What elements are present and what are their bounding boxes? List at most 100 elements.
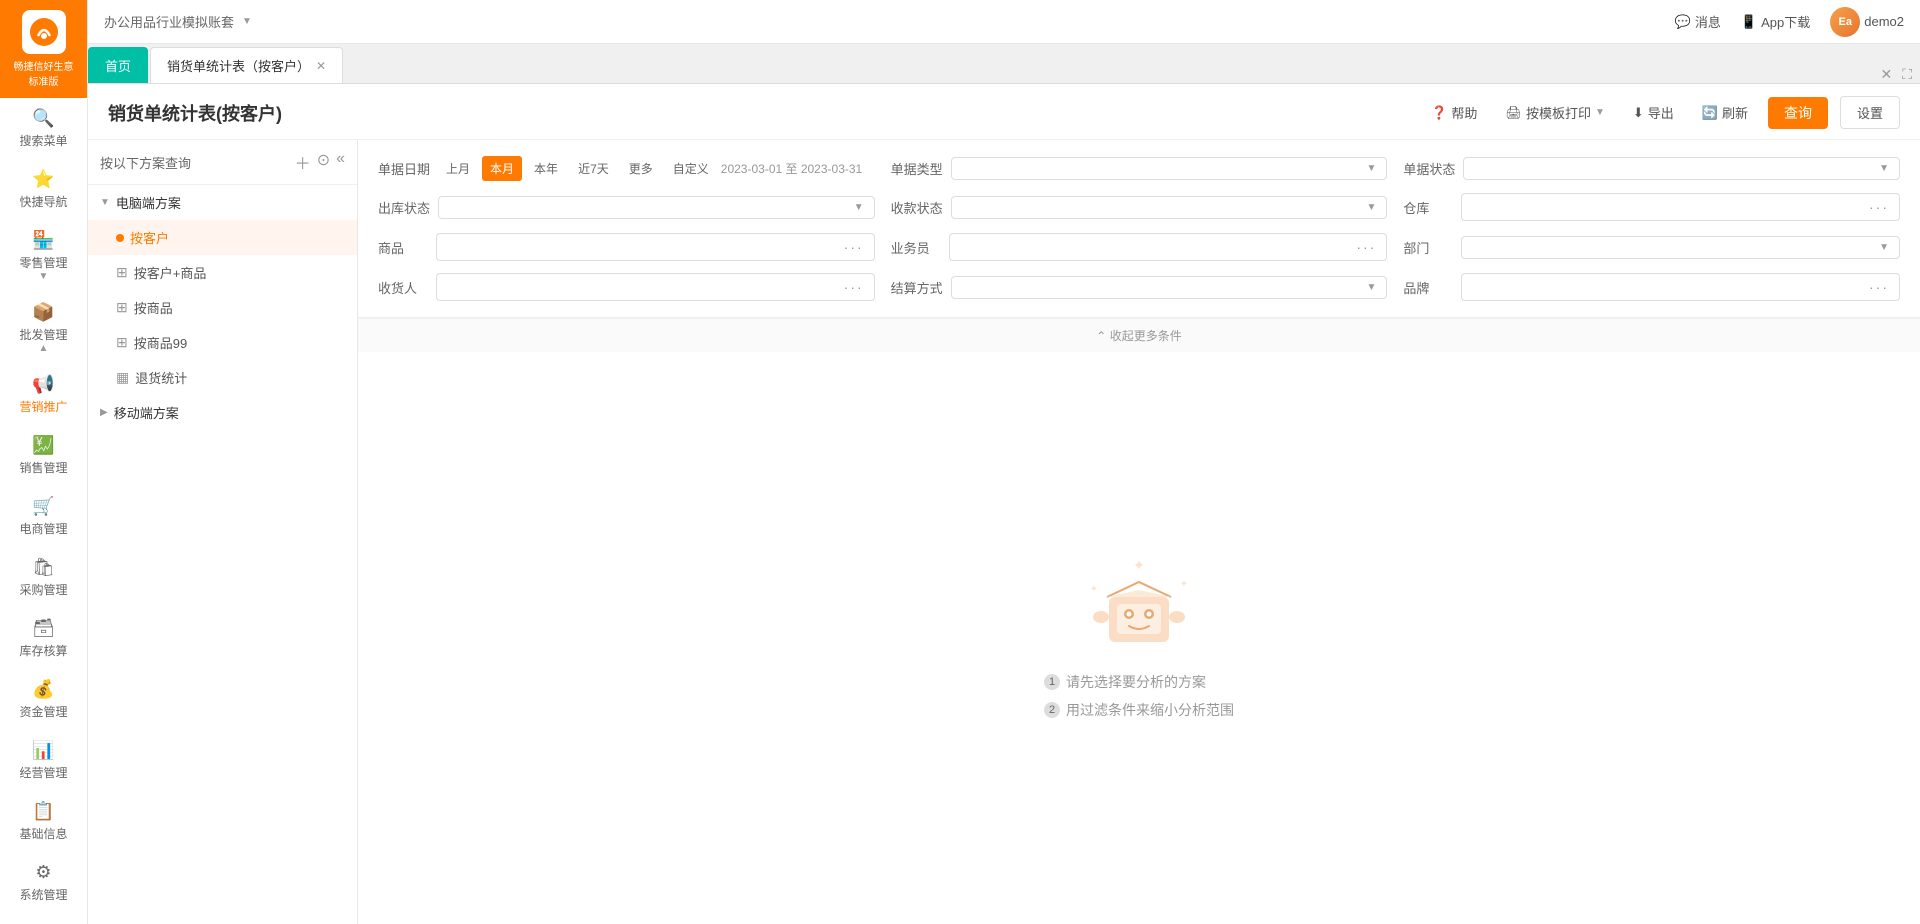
scheme-desktop-header[interactable]: ▼ 电脑端方案: [88, 185, 357, 220]
left-panel-title: 按以下方案查询: [100, 153, 191, 172]
active-indicator: [116, 234, 124, 242]
user-avatar: Ea: [1830, 7, 1860, 37]
tab-home[interactable]: 首页: [88, 47, 148, 83]
refresh-label: 刷新: [1722, 103, 1748, 122]
app-download-btn[interactable]: 📱 App下载: [1741, 12, 1810, 31]
department-select[interactable]: ▼: [1461, 236, 1900, 259]
help-btn[interactable]: ❓ 帮助: [1423, 99, 1485, 126]
product-select[interactable]: ···: [436, 233, 875, 261]
export-label: 导出: [1648, 103, 1674, 122]
basic-icon: 📋: [32, 801, 54, 822]
scheme-item-by-customer-product[interactable]: ⊞ 按客户+商品: [88, 255, 357, 290]
left-panel-header: 按以下方案查询 ＋ ⊙ «: [88, 140, 357, 185]
date-btn-custom[interactable]: 自定义: [665, 156, 717, 181]
quicknav-icon: ⭐: [32, 169, 54, 190]
sidebar-item-system[interactable]: ⚙ 系统管理: [0, 852, 88, 913]
help-label: 帮助: [1451, 103, 1477, 122]
filter-date-label: 单据日期: [378, 159, 430, 178]
username-label: demo2: [1864, 14, 1904, 29]
query-btn[interactable]: 查询: [1768, 97, 1828, 129]
filter-row-4: 收货人 ··· 结算方式 ▼: [378, 273, 1900, 301]
scheme-item-by-product-label: 按商品: [134, 298, 173, 317]
order-status-select[interactable]: ▼: [1463, 157, 1900, 180]
scheme-item-by-product[interactable]: ⊞ 按商品: [88, 290, 357, 325]
sidebar-item-finance[interactable]: 💰 资金管理: [0, 669, 88, 730]
tab-close-icon[interactable]: ✕: [316, 59, 326, 73]
date-btn-more[interactable]: 更多: [621, 156, 661, 181]
date-btn-thismonth[interactable]: 本月: [482, 156, 522, 181]
sidebar-item-basic[interactable]: 📋 基础信息: [0, 791, 88, 852]
settings-btn[interactable]: 设置: [1840, 96, 1900, 129]
filter-receipt-status-item: 收款状态 ▼: [891, 196, 1388, 219]
sidebar-item-sales[interactable]: 💹 销售管理: [0, 425, 88, 486]
filter-order-type-item: 单据类型 ▼: [891, 157, 1388, 180]
collapse-panel-icon[interactable]: «: [336, 150, 345, 174]
receipt-status-select[interactable]: ▼: [951, 196, 1388, 219]
filter-product-label: 商品: [378, 238, 428, 257]
date-range-display: 2023-03-01 至 2023-03-31: [721, 160, 862, 177]
scheme-mobile-header[interactable]: ▶ 移动端方案: [88, 395, 357, 430]
brand-ellipsis-icon: ···: [1869, 279, 1889, 295]
scheme-item-by-product-99[interactable]: ⊞ 按商品99: [88, 325, 357, 360]
sidebar-item-inventory[interactable]: 🗃 库存核算: [0, 608, 88, 669]
breadcrumb-dropdown-icon[interactable]: ▼: [242, 16, 252, 27]
sidebar-item-wholesale-label: 批发管理: [19, 326, 67, 343]
ecommerce-icon: 🛒: [32, 496, 54, 517]
warehouse-select[interactable]: ···: [1461, 193, 1900, 221]
warehouse-ellipsis-icon: ···: [1869, 199, 1889, 215]
sidebar-item-search[interactable]: 🔍 搜索菜单: [0, 98, 88, 159]
salesperson-ellipsis-icon: ···: [1356, 239, 1376, 255]
scheme-item-by-customer[interactable]: 按客户: [88, 220, 357, 255]
sidebar-item-wholesale[interactable]: 📦 批发管理 ▲: [0, 292, 88, 364]
collapse-label: 收起更多条件: [1110, 329, 1182, 343]
add-scheme-icon[interactable]: ＋: [295, 150, 311, 174]
retail-arrow-icon: ▼: [39, 271, 49, 282]
filter-product-item: 商品 ···: [378, 233, 875, 261]
sidebar-item-quicknav-label: 快捷导航: [19, 193, 67, 210]
tab-collapse-icon[interactable]: ✕: [1880, 66, 1892, 83]
date-btn-7days[interactable]: 近7天: [570, 156, 617, 181]
filter-row-2: 出库状态 ▼ 收款状态 ▼: [378, 193, 1900, 221]
scheme-item-return-stat[interactable]: ▦ 退货统计: [88, 360, 357, 395]
receiver-select[interactable]: ···: [436, 273, 875, 301]
sidebar-item-enterprise[interactable]: 🤝 企业协同: [0, 913, 88, 924]
order-type-select[interactable]: ▼: [951, 157, 1388, 180]
tip-row-2: 2 用过滤条件来缩小分析范围: [1044, 696, 1234, 724]
sidebar-item-retail[interactable]: 🏪 零售管理 ▼: [0, 220, 88, 292]
tip-row-1: 1 请先选择要分析的方案: [1044, 668, 1234, 696]
tab-maximize-icon[interactable]: ⛶: [1902, 66, 1912, 83]
retail-icon: 🏪: [32, 230, 54, 251]
refresh-btn[interactable]: 🔄 刷新: [1694, 99, 1756, 126]
date-btn-lastmonth[interactable]: 上月: [438, 156, 478, 181]
print-btn[interactable]: 🖨 按模板打印 ▼: [1497, 99, 1612, 126]
department-dropdown-icon: ▼: [1879, 242, 1889, 253]
tab-sales-stat[interactable]: 销货单统计表（按客户） ✕: [150, 47, 343, 83]
filter-receiver-label: 收货人: [378, 278, 428, 297]
sidebar-item-quicknav[interactable]: ⭐ 快捷导航: [0, 159, 88, 220]
date-btn-thisyear[interactable]: 本年: [526, 156, 566, 181]
user-info[interactable]: Ea demo2: [1830, 7, 1904, 37]
top-header: 办公用品行业模拟账套 ▼ 💬 消息 📱 App下载 Ea demo2: [88, 0, 1920, 44]
filter-row-1: 单据日期 上月 本月 本年 近7天 更多 自定义 2023-03-01 至 20…: [378, 156, 1900, 181]
settlement-select[interactable]: ▼: [951, 276, 1388, 299]
sidebar-item-ecommerce[interactable]: 🛒 电商管理: [0, 486, 88, 547]
app-name: 畅捷信好生意: [14, 58, 74, 73]
message-btn[interactable]: 💬 消息: [1675, 12, 1721, 31]
empty-tips: 1 请先选择要分析的方案 2 用过滤条件来缩小分析范围: [1044, 668, 1234, 724]
sidebar-item-marketing[interactable]: 📢 营销推广: [0, 364, 88, 425]
breadcrumb-text: 办公用品行业模拟账套: [104, 12, 234, 31]
receiver-ellipsis-icon: ···: [844, 279, 864, 295]
left-panel-icons: ＋ ⊙ «: [295, 150, 345, 174]
scheme-bar-icon: ▦: [116, 369, 129, 386]
export-btn[interactable]: ⬇ 导出: [1625, 99, 1682, 126]
sidebar-item-sales-label: 销售管理: [19, 459, 67, 476]
collapse-more-btn[interactable]: ⌃ 收起更多条件: [358, 318, 1920, 352]
sidebar-item-operation[interactable]: 📊 经营管理: [0, 730, 88, 791]
brand-select[interactable]: ···: [1461, 273, 1900, 301]
out-status-select[interactable]: ▼: [438, 196, 875, 219]
sidebar-item-purchase[interactable]: 🛍 采购管理: [0, 547, 88, 608]
sales-icon: 💹: [32, 435, 54, 456]
out-status-dropdown-icon: ▼: [854, 202, 864, 213]
salesperson-select[interactable]: ···: [949, 233, 1388, 261]
settings-scheme-icon[interactable]: ⊙: [317, 150, 330, 174]
